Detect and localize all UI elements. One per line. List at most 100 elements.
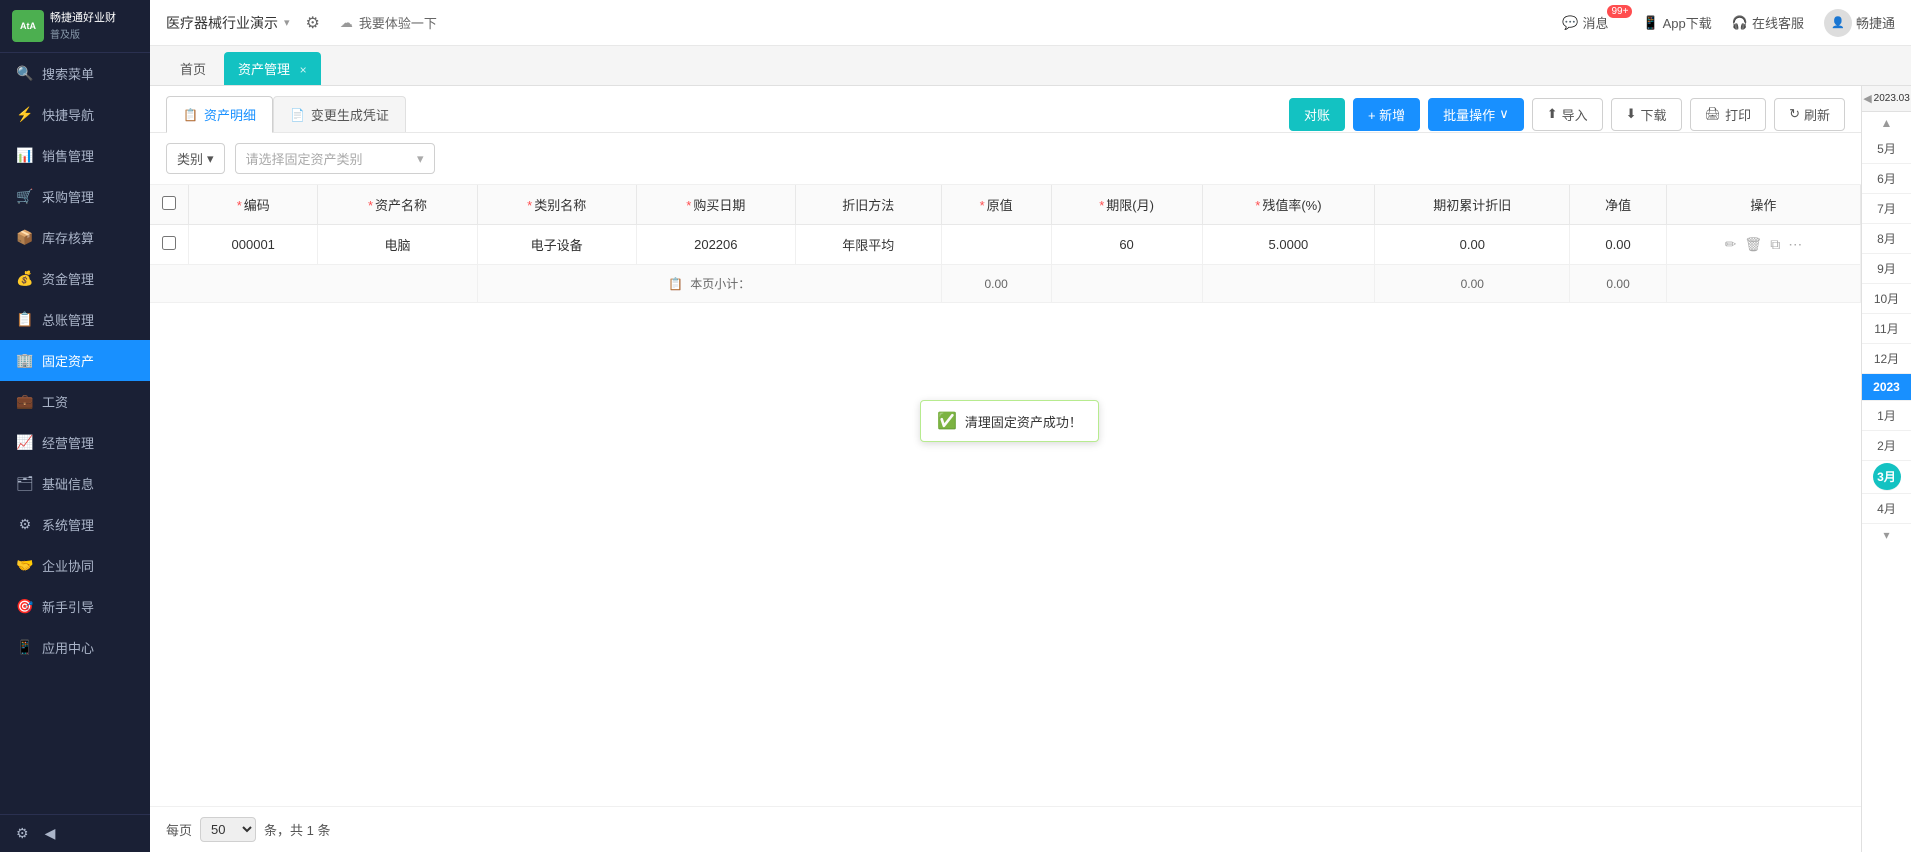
message-label: 消息 — [1582, 13, 1608, 32]
enterprise-icon: 🤝 — [16, 557, 34, 574]
sidebar-item-basic[interactable]: 🗂 基础信息 — [0, 463, 150, 504]
main-panel: 📋 资产明细 📄 变更生成凭证 对账 + 新增 — [150, 86, 1861, 852]
sidebar-item-search[interactable]: 🔍 搜索菜单 — [0, 53, 150, 94]
cal-up-arrow[interactable]: ▲ — [1862, 112, 1911, 134]
edit-icon[interactable]: ✏ — [1725, 236, 1737, 253]
subtotal-label: 本页小计： — [690, 277, 750, 291]
row-checkbox[interactable] — [162, 236, 176, 250]
delete-icon[interactable]: 🗑 — [1744, 236, 1762, 253]
avatar: 👤 — [1824, 9, 1852, 37]
subtotal-net-value: 0.00 — [1570, 265, 1667, 303]
app-download-btn[interactable]: 📱 App下载 — [1642, 13, 1711, 32]
category-select[interactable]: 类别 ▾ — [166, 143, 225, 174]
sidebar-item-operations[interactable]: 📈 经营管理 — [0, 422, 150, 463]
purchase-icon: 🛒 — [16, 188, 34, 205]
user-menu[interactable]: 👤 畅捷通 — [1824, 9, 1895, 37]
subtotal-label-cell: 📋 本页小计： — [477, 265, 941, 303]
import-label: 导入 — [1562, 105, 1588, 124]
cal-month-11[interactable]: 11月 — [1862, 314, 1911, 344]
more-icon[interactable]: ⋯ — [1788, 236, 1802, 253]
select-all-checkbox[interactable] — [162, 196, 176, 210]
cal-month-1[interactable]: 1月 — [1862, 401, 1911, 431]
row-depreciation-method: 年限平均 — [795, 225, 941, 265]
sidebar-item-payroll[interactable]: 💼 工资 — [0, 381, 150, 422]
sidebar-item-label: 企业协同 — [42, 556, 94, 575]
batch-ops-button[interactable]: 批量操作 ∨ — [1428, 98, 1524, 131]
per-page-label: 每页 — [166, 820, 192, 839]
sidebar-item-general[interactable]: 📋 总账管理 — [0, 299, 150, 340]
cal-month-3[interactable]: 3月 — [1873, 463, 1901, 491]
collapse-icon[interactable]: ◀ — [45, 825, 56, 842]
cal-month-7[interactable]: 7月 — [1862, 194, 1911, 224]
sidebar-item-sales[interactable]: 📊 销售管理 — [0, 135, 150, 176]
page-size-select[interactable]: 50 100 200 — [200, 817, 256, 842]
cal-month-4[interactable]: 4月 — [1862, 494, 1911, 524]
user-name: 畅捷通 — [1856, 13, 1895, 32]
settings-icon[interactable]: ⚙ — [16, 825, 29, 842]
cal-month-12[interactable]: 12月 — [1862, 344, 1911, 374]
sidebar-item-apps[interactable]: 📱 应用中心 — [0, 627, 150, 668]
download-label: 下载 — [1641, 105, 1667, 124]
sidebar-item-purchase[interactable]: 🛒 采购管理 — [0, 176, 150, 217]
category-dropdown[interactable]: 请选择固定资产类别 ▾ — [235, 143, 435, 174]
cal-month-9[interactable]: 9月 — [1862, 254, 1911, 284]
download-icon: ⬇ — [1626, 106, 1637, 122]
cal-month-8[interactable]: 8月 — [1862, 224, 1911, 254]
row-net-value: 0.00 — [1570, 225, 1667, 265]
sidebar-item-label: 经营管理 — [42, 433, 94, 452]
sub-tab-asset-detail[interactable]: 📋 资产明细 — [166, 96, 273, 133]
pagination: 每页 50 100 200 条，共 1 条 — [150, 806, 1861, 852]
right-sidebar-calendar: ◀ 2023.03 ▲ 5月 6月 7月 8月 9月 10月 11月 12月 2… — [1861, 86, 1911, 852]
logo-icon: AtA — [12, 10, 44, 42]
toolbar: 对账 + 新增 批量操作 ∨ ⬆ 导入 ⬇ 下载 — [1289, 98, 1845, 131]
tab-close-icon[interactable]: × — [300, 63, 307, 77]
cal-month-5[interactable]: 5月 — [1862, 134, 1911, 164]
company-selector[interactable]: 医疗器械行业演示 ▾ — [166, 13, 290, 33]
col-header-name: *资产名称 — [318, 185, 477, 225]
cloud-icon: ☁ — [340, 15, 353, 31]
col-header-purchase-date: *购买日期 — [636, 185, 795, 225]
sidebar-item-inventory[interactable]: 📦 库存核算 — [0, 217, 150, 258]
print-button[interactable]: 🖨 打印 — [1690, 98, 1767, 131]
tab-asset-management[interactable]: 资产管理 × — [224, 52, 321, 85]
asset-management-tab-label: 资产管理 — [238, 62, 290, 77]
sidebar-nav: 🔍 搜索菜单 ⚡ 快捷导航 📊 销售管理 🛒 采购管理 📦 库存核算 💰 资金管… — [0, 53, 150, 814]
service-icon: 🎧 — [1732, 15, 1748, 31]
search-icon: 🔍 — [16, 65, 34, 82]
message-btn[interactable]: 💬 消息 99+ — [1562, 13, 1622, 32]
cal-year-2023[interactable]: 2023 — [1862, 374, 1911, 401]
app-name: 畅捷通好业财 — [50, 11, 116, 25]
cal-down-arrow[interactable]: ▾ — [1862, 524, 1911, 546]
sidebar-bottom: ⚙ ◀ — [0, 814, 150, 852]
online-service-label: 在线客服 — [1752, 13, 1804, 32]
sidebar-item-funds[interactable]: 💰 资金管理 — [0, 258, 150, 299]
subtotal-empty-period — [1051, 265, 1202, 303]
cal-month-2[interactable]: 2月 — [1862, 431, 1911, 461]
copy-icon[interactable]: ⧉ — [1770, 236, 1780, 253]
guide-icon: 🎯 — [16, 598, 34, 615]
refresh-button[interactable]: ↻ 刷新 — [1774, 98, 1845, 131]
cal-month-6[interactable]: 6月 — [1862, 164, 1911, 194]
sidebar-item-fixedasset[interactable]: 🏢 固定资产 — [0, 340, 150, 381]
settings-gear-icon[interactable]: ⚙ — [306, 13, 320, 33]
company-arrow-icon: ▾ — [284, 16, 290, 29]
import-button[interactable]: ⬆ 导入 — [1532, 98, 1603, 131]
cal-month-10[interactable]: 10月 — [1862, 284, 1911, 314]
sidebar-item-quicknav[interactable]: ⚡ 快捷导航 — [0, 94, 150, 135]
sidebar-item-enterprise[interactable]: 🤝 企业协同 — [0, 545, 150, 586]
tab-home[interactable]: 首页 — [166, 52, 220, 85]
sidebar-item-guide[interactable]: 🎯 新手引导 — [0, 586, 150, 627]
experience-btn[interactable]: ☁ 我要体验一下 — [340, 13, 437, 32]
sidebar-item-system[interactable]: ⚙ 系统管理 — [0, 504, 150, 545]
row-checkbox-cell — [150, 225, 189, 265]
download-button[interactable]: ⬇ 下载 — [1611, 98, 1682, 131]
reconcile-button[interactable]: 对账 — [1289, 98, 1345, 131]
sub-tab-change-voucher[interactable]: 📄 变更生成凭证 — [273, 96, 406, 132]
new-button[interactable]: + 新增 — [1353, 98, 1420, 131]
sidebar-item-label: 工资 — [42, 392, 68, 411]
online-service-btn[interactable]: 🎧 在线客服 — [1732, 13, 1804, 32]
general-icon: 📋 — [16, 311, 34, 328]
cal-toggle-icon[interactable]: ◀ — [1863, 92, 1871, 105]
sub-tab-change-voucher-label: 变更生成凭证 — [311, 105, 389, 124]
app-download-label: App下载 — [1663, 13, 1712, 32]
